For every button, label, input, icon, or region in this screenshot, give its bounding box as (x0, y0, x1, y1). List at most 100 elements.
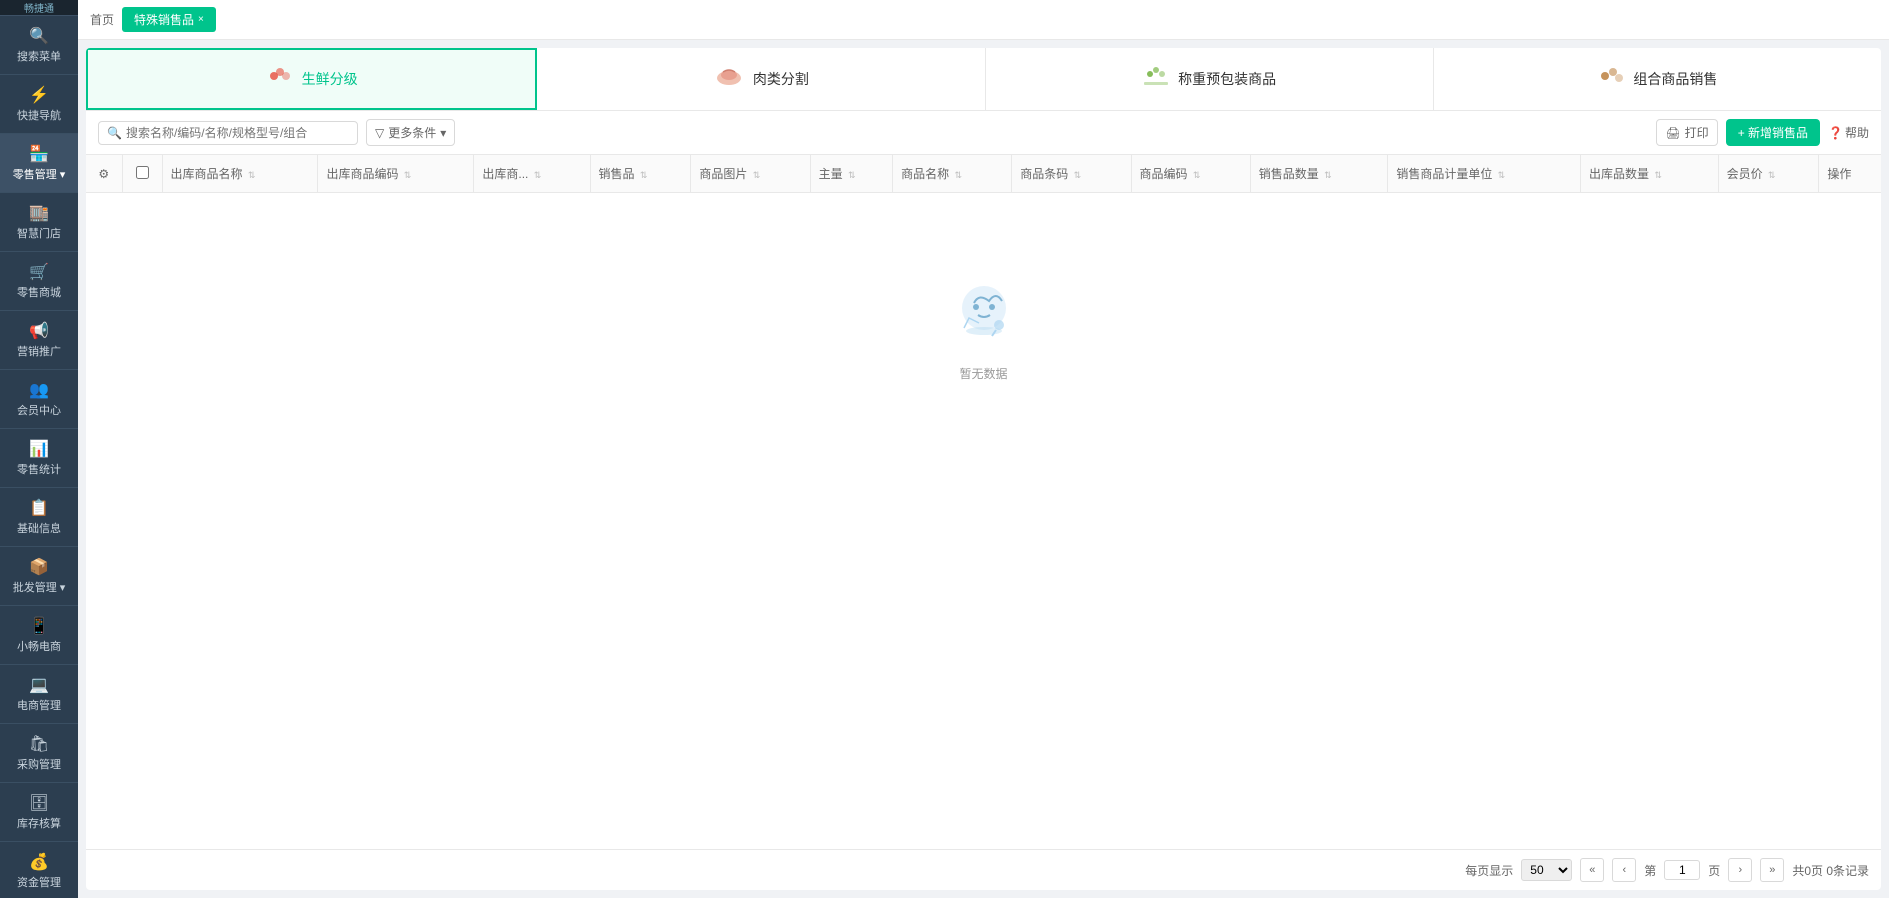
page-unit: 页 (1708, 862, 1720, 879)
th-barcode[interactable]: 商品条码 ⇅ (1012, 155, 1131, 193)
sidebar-item-label: 零售管理 ▾ (13, 166, 66, 182)
sidebar-item-label: 快捷导航 (17, 107, 61, 123)
th-settings[interactable]: ⚙ (86, 155, 122, 193)
page-label: 第 (1644, 862, 1656, 879)
meat-icon (713, 64, 745, 94)
logo-text: 畅捷通 (24, 0, 54, 15)
ecom-mgmt-icon: 💻 (29, 675, 49, 695)
sidebar-item-label: 基础信息 (17, 520, 61, 536)
search-menu-icon: 🔍 (29, 26, 49, 46)
first-page-button[interactable]: « (1580, 858, 1604, 882)
sidebar-item-quick-nav[interactable]: ⚡ 快捷导航 (0, 75, 78, 134)
sidebar-item-search[interactable]: 🔍 搜索菜单 (0, 16, 78, 75)
empty-state: 暂无数据 (86, 193, 1881, 462)
tab-meat[interactable]: 肉类分割 (537, 48, 985, 110)
th-out-name[interactable]: 出库商品名称 ⇅ (162, 155, 318, 193)
toolbar-right: 🖨 打印 + 新增销售品 ❓ 帮助 (1656, 119, 1869, 146)
sort-icon: ⇅ (1654, 170, 1662, 180)
add-product-button[interactable]: + 新增销售品 (1726, 119, 1820, 146)
column-settings-icon[interactable]: ⚙ (98, 167, 109, 181)
sidebar-item-label: 零售商城 (17, 284, 61, 300)
combo-icon (1597, 64, 1625, 94)
smart-store-icon: 🏬 (29, 203, 49, 223)
th-out-code[interactable]: 出库商品编码 ⇅ (318, 155, 474, 193)
th-out-spec[interactable]: 出库商... ⇅ (474, 155, 590, 193)
tab-scale[interactable]: 称重预包装商品 (986, 48, 1434, 110)
help-label: 帮助 (1845, 124, 1869, 141)
page-number-input[interactable] (1664, 860, 1700, 880)
th-sale-item[interactable]: 销售品 ⇅ (590, 155, 691, 193)
search-icon: 🔍 (107, 126, 122, 140)
tab-combo[interactable]: 组合商品销售 (1434, 48, 1881, 110)
th-goods-code-label: 商品编码 (1140, 167, 1188, 181)
sort-icon: ⇅ (1074, 170, 1082, 180)
th-weight[interactable]: 主量 ⇅ (810, 155, 892, 193)
sidebar-item-purchase-mgmt[interactable]: 🛍 采购管理 (0, 724, 78, 783)
th-sale-unit[interactable]: 销售商品计量单位 ⇅ (1388, 155, 1581, 193)
search-input[interactable] (126, 126, 326, 140)
sidebar-item-label: 搜索菜单 (17, 48, 61, 64)
sort-icon: ⇅ (534, 170, 542, 180)
sidebar-item-retail-mgmt[interactable]: 🏪 零售管理 ▾ (0, 134, 78, 193)
sidebar-item-sales-promo[interactable]: 📢 营销推广 (0, 311, 78, 370)
th-out-code-label: 出库商品编码 (326, 167, 398, 181)
per-page-select[interactable]: 50 10 20 100 (1521, 859, 1572, 881)
help-button[interactable]: ❓ 帮助 (1828, 124, 1869, 141)
th-img[interactable]: 商品图片 ⇅ (691, 155, 810, 193)
prev-page-button[interactable]: ‹ (1612, 858, 1636, 882)
table-container: ⚙ 出库商品名称 ⇅ 出库商品编码 ⇅ (86, 155, 1881, 849)
last-page-button[interactable]: » (1760, 858, 1784, 882)
print-button[interactable]: 🖨 打印 (1656, 119, 1717, 146)
sort-icon: ⇅ (248, 170, 256, 180)
th-ops: 操作 (1819, 155, 1881, 193)
th-goods-code[interactable]: 商品编码 ⇅ (1131, 155, 1250, 193)
sort-icon: ⇅ (404, 170, 412, 180)
sidebar-item-inventory[interactable]: 🗄 库存核算 (0, 783, 78, 842)
th-ops-label: 操作 (1827, 167, 1851, 181)
sort-icon: ⇅ (1768, 170, 1776, 180)
search-box[interactable]: 🔍 (98, 121, 358, 145)
th-member-price[interactable]: 会员价 ⇅ (1718, 155, 1819, 193)
active-tab[interactable]: 特殊销售品 × (122, 7, 216, 32)
th-sale-qty[interactable]: 销售品数量 ⇅ (1250, 155, 1388, 193)
tab-fresh[interactable]: 生鲜分级 (86, 48, 537, 110)
th-check[interactable] (122, 155, 162, 193)
sidebar-item-label: 电商管理 (17, 697, 61, 713)
sidebar-item-finance[interactable]: 💰 资金管理 (0, 842, 78, 898)
retail-mall-icon: 🛒 (29, 262, 49, 282)
sidebar-logo: 畅捷通 (0, 0, 78, 16)
sidebar-item-label: 采购管理 (17, 756, 61, 772)
filter-button[interactable]: ▽ 更多条件 ▾ (366, 119, 455, 146)
filter-arrow-icon: ▾ (440, 126, 446, 140)
sidebar-item-member-center[interactable]: 👥 会员中心 (0, 370, 78, 429)
th-out-spec-label: 出库商... (482, 167, 528, 181)
sidebar-item-retail-mall[interactable]: 🛒 零售商城 (0, 252, 78, 311)
sort-icon: ⇅ (848, 170, 856, 180)
sort-icon: ⇅ (1498, 170, 1506, 180)
sidebar-item-mini-ecom[interactable]: 📱 小畅电商 (0, 606, 78, 665)
topbar: 首页 特殊销售品 × (78, 0, 1889, 40)
th-sale-qty-label: 销售品数量 (1259, 167, 1319, 181)
sidebar-item-basic-info[interactable]: 📋 基础信息 (0, 488, 78, 547)
per-page-label: 每页显示 (1465, 862, 1513, 879)
sidebar-item-batch-mgmt[interactable]: 📦 批发管理 ▾ (0, 547, 78, 606)
th-out-qty[interactable]: 出库品数量 ⇅ (1580, 155, 1718, 193)
sort-icon: ⇅ (954, 170, 962, 180)
home-link[interactable]: 首页 (90, 11, 114, 28)
sidebar-item-label: 营销推广 (17, 343, 61, 359)
sidebar-item-label: 小畅电商 (17, 638, 61, 654)
sidebar-item-label: 会员中心 (17, 402, 61, 418)
th-goods-name[interactable]: 商品名称 ⇅ (893, 155, 1012, 193)
total-text: 共0页 0条记录 (1792, 862, 1869, 879)
sidebar-item-label: 智慧门店 (17, 225, 61, 241)
select-all-checkbox[interactable] (136, 166, 149, 179)
sidebar-item-ecom-mgmt[interactable]: 💻 电商管理 (0, 665, 78, 724)
tab-close-button[interactable]: × (198, 14, 204, 25)
sidebar-item-retail-stats[interactable]: 📊 零售统计 (0, 429, 78, 488)
sidebar-item-smart-store[interactable]: 🏬 智慧门店 (0, 193, 78, 252)
filter-label: 更多条件 (388, 124, 436, 141)
sidebar-item-label: 库存核算 (17, 815, 61, 831)
print-icon: 🖨 (1665, 126, 1680, 140)
next-page-button[interactable]: › (1728, 858, 1752, 882)
basic-info-icon: 📋 (29, 498, 49, 518)
